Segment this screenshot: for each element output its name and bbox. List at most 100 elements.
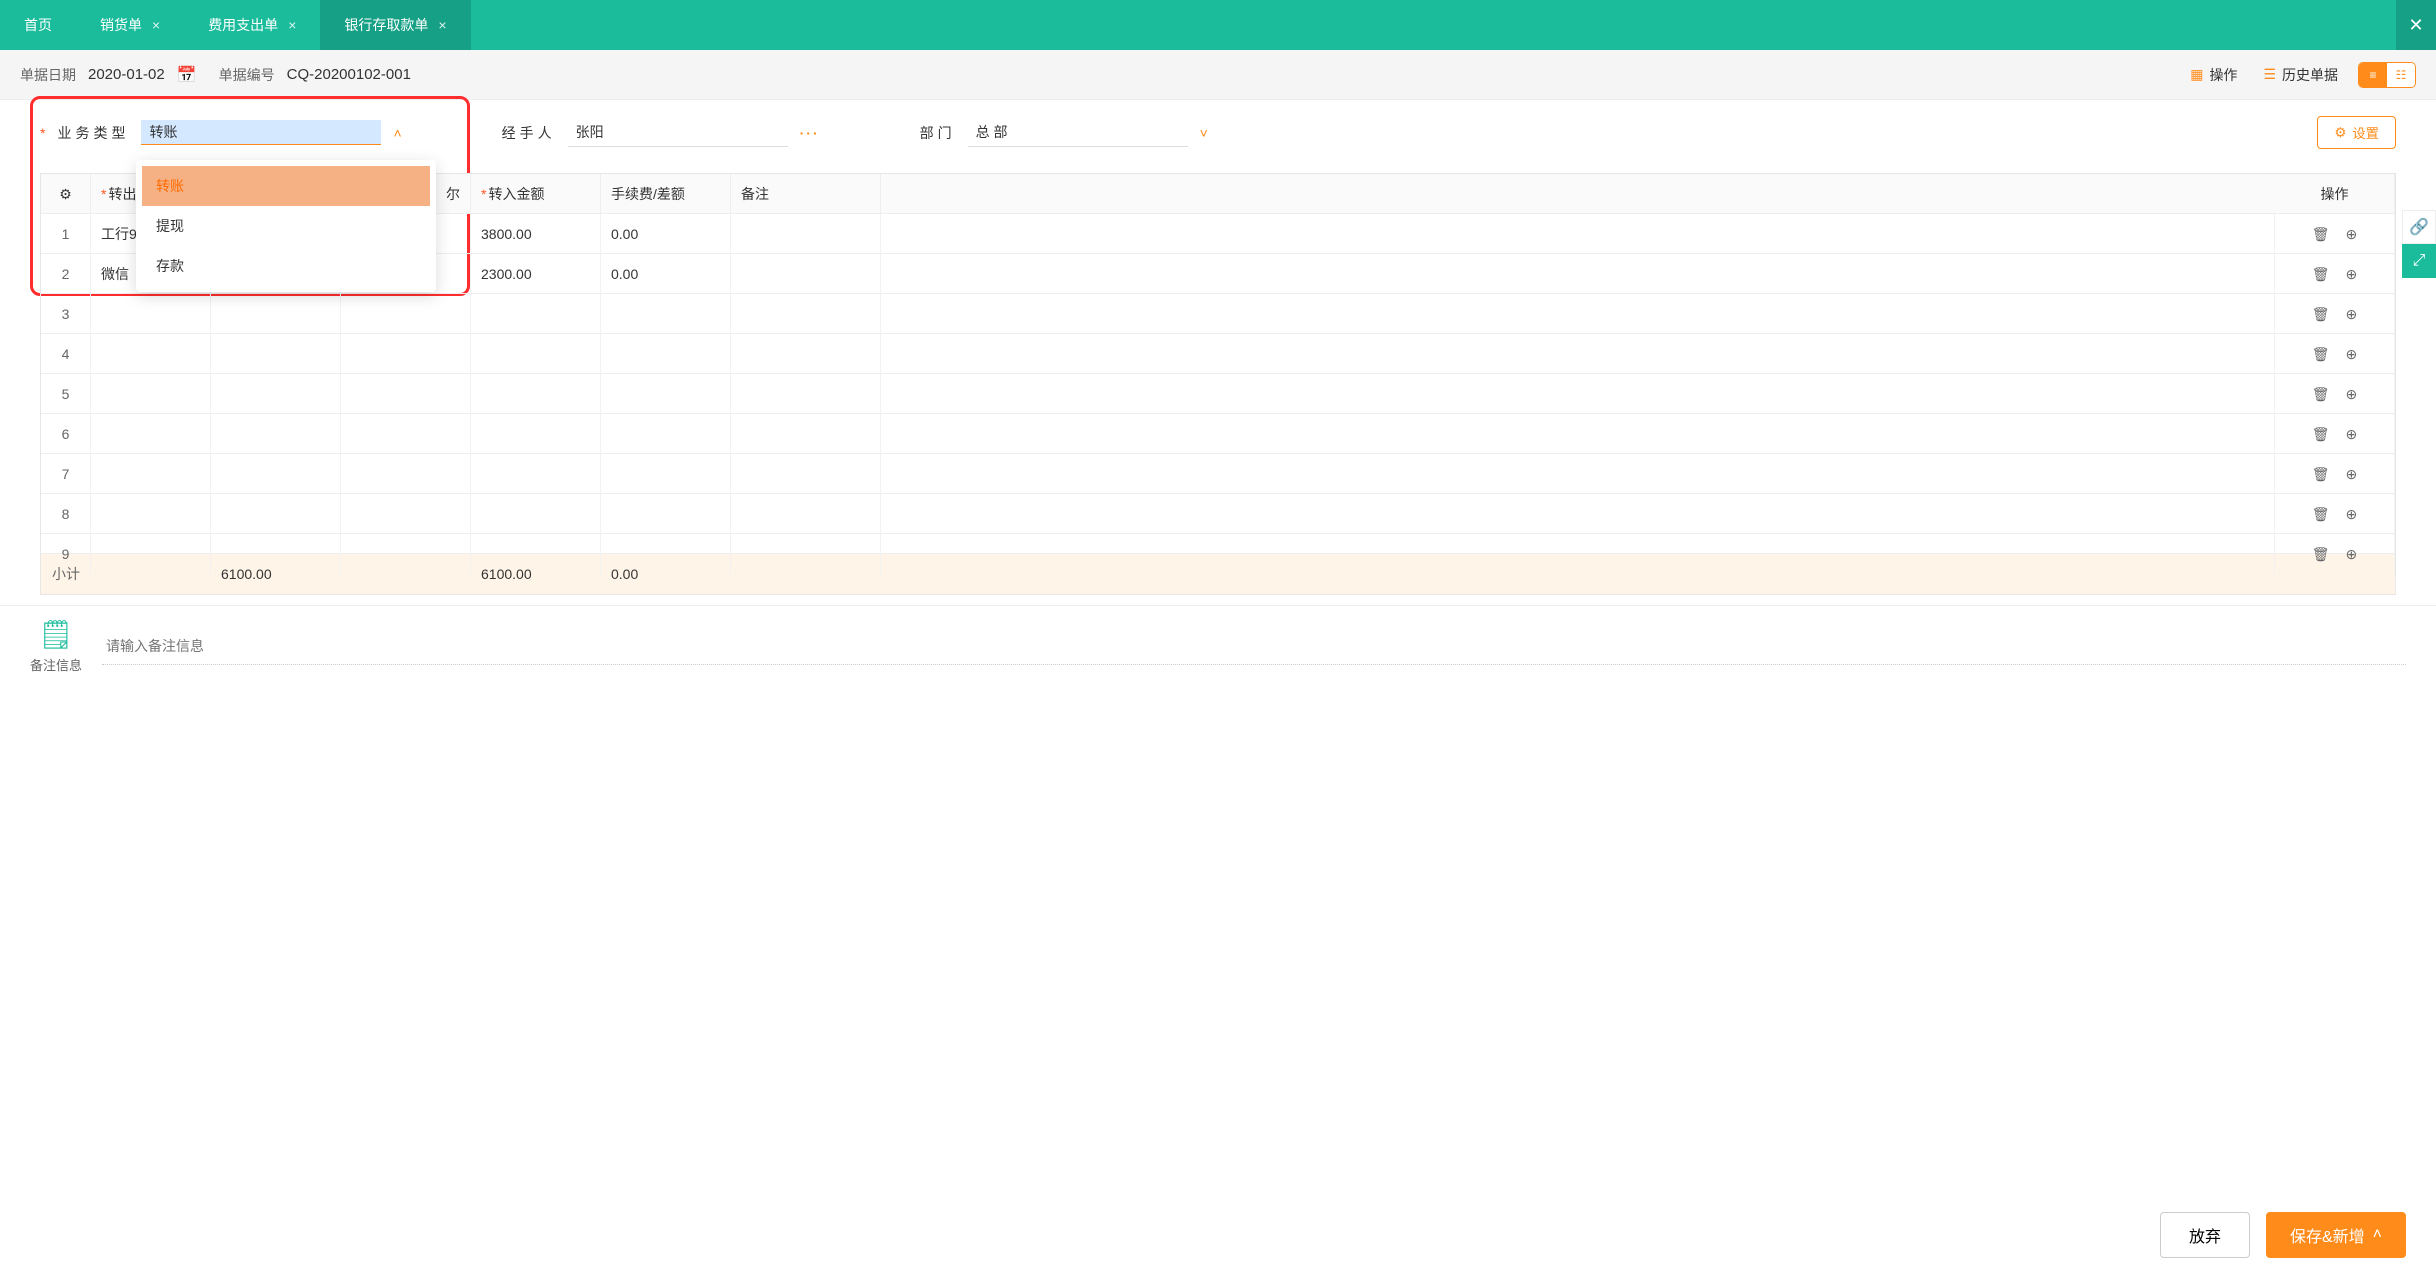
table-row[interactable]: 5🗑⊕ bbox=[41, 374, 2395, 414]
cell-in-acct[interactable] bbox=[341, 294, 471, 334]
delete-icon[interactable]: 🗑 bbox=[2312, 346, 2330, 363]
cell-remark[interactable] bbox=[731, 254, 881, 294]
table-row[interactable]: 8🗑⊕ bbox=[41, 494, 2395, 534]
cell-in-acct[interactable] bbox=[341, 414, 471, 454]
tab-expense[interactable]: 费用支出单 × bbox=[184, 0, 320, 50]
add-icon[interactable]: ⊕ bbox=[2346, 266, 2358, 283]
cell-remark[interactable] bbox=[731, 414, 881, 454]
cell-fee[interactable] bbox=[601, 414, 731, 454]
cell-out-acct[interactable] bbox=[91, 414, 211, 454]
add-icon[interactable]: ⊕ bbox=[2346, 466, 2358, 483]
cell-in-amt[interactable]: 2300.00 bbox=[471, 254, 601, 294]
calendar-icon[interactable]: 📅 bbox=[177, 65, 197, 85]
row-ops: 🗑⊕ bbox=[2275, 334, 2395, 374]
cell-in-acct[interactable] bbox=[341, 494, 471, 534]
add-icon[interactable]: ⊕ bbox=[2346, 386, 2358, 403]
row-index: 4 bbox=[41, 334, 91, 374]
tab-home[interactable]: 首页 bbox=[0, 0, 76, 50]
cell-fee[interactable]: 0.00 bbox=[601, 254, 731, 294]
chevron-down-icon[interactable]: ˅ bbox=[1200, 125, 1208, 141]
link-icon[interactable]: 🔗 bbox=[2402, 210, 2436, 244]
cell-remark[interactable] bbox=[731, 454, 881, 494]
cell-out-amt[interactable] bbox=[211, 454, 341, 494]
add-icon[interactable]: ⊕ bbox=[2346, 506, 2358, 523]
cell-out-acct[interactable] bbox=[91, 334, 211, 374]
cell-fee[interactable]: 0.00 bbox=[601, 214, 731, 254]
cell-out-amt[interactable] bbox=[211, 294, 341, 334]
delete-icon[interactable]: 🗑 bbox=[2312, 506, 2330, 523]
biz-input[interactable] bbox=[141, 120, 381, 145]
delete-icon[interactable]: 🗑 bbox=[2312, 466, 2330, 483]
cell-fee[interactable] bbox=[601, 454, 731, 494]
cell-in-amt[interactable] bbox=[471, 374, 601, 414]
view-toggle-list[interactable]: ≡ bbox=[2359, 63, 2387, 87]
delete-icon[interactable]: 🗑 bbox=[2312, 386, 2330, 403]
settings-button[interactable]: ⚙ 设置 bbox=[2317, 116, 2396, 149]
docno-label: 单据编号 bbox=[219, 65, 275, 85]
cell-fee[interactable] bbox=[601, 494, 731, 534]
ellipsis-icon[interactable]: ··· bbox=[800, 125, 820, 141]
cell-out-acct[interactable] bbox=[91, 374, 211, 414]
remarks-input[interactable] bbox=[102, 628, 2406, 665]
table-row[interactable]: 3🗑⊕ bbox=[41, 294, 2395, 334]
cell-in-amt[interactable] bbox=[471, 294, 601, 334]
cell-out-amt[interactable] bbox=[211, 494, 341, 534]
table-row[interactable]: 9🗑⊕ bbox=[41, 534, 2395, 554]
action-menu[interactable]: ▦ 操作 bbox=[2190, 65, 2237, 85]
discard-button[interactable]: 放弃 bbox=[2160, 1212, 2250, 1258]
cell-remark[interactable] bbox=[731, 374, 881, 414]
add-icon[interactable]: ⊕ bbox=[2346, 306, 2358, 323]
cell-in-acct[interactable] bbox=[341, 454, 471, 494]
cell-out-amt[interactable] bbox=[211, 334, 341, 374]
cell-in-acct[interactable] bbox=[341, 374, 471, 414]
close-icon[interactable]: × bbox=[438, 17, 446, 33]
add-icon[interactable]: ⊕ bbox=[2346, 226, 2358, 243]
cell-fee[interactable] bbox=[601, 334, 731, 374]
biz-option-withdraw[interactable]: 提现 bbox=[142, 206, 430, 246]
save-add-button[interactable]: 保存&新增 ˄ bbox=[2266, 1212, 2406, 1258]
cell-out-acct[interactable] bbox=[91, 294, 211, 334]
view-toggle-card[interactable]: ☷ bbox=[2387, 63, 2415, 87]
delete-icon[interactable]: 🗑 bbox=[2312, 306, 2330, 323]
remarks-icon-block: 🗒 备注信息 bbox=[30, 618, 82, 674]
cell-out-amt[interactable] bbox=[211, 414, 341, 454]
delete-icon[interactable]: 🗑 bbox=[2312, 226, 2330, 243]
dept-value[interactable]: 总 部 bbox=[968, 118, 1188, 147]
cell-out-acct[interactable] bbox=[91, 454, 211, 494]
cell-remark[interactable] bbox=[731, 294, 881, 334]
chevron-up-icon[interactable]: ˄ bbox=[393, 125, 401, 141]
cell-in-amt[interactable] bbox=[471, 494, 601, 534]
cell-in-amt[interactable] bbox=[471, 334, 601, 374]
expand-icon[interactable]: ⤢ bbox=[2402, 244, 2436, 278]
delete-icon[interactable]: 🗑 bbox=[2312, 426, 2330, 443]
cell-fee[interactable] bbox=[601, 374, 731, 414]
biz-option-transfer[interactable]: 转账 bbox=[142, 166, 430, 206]
close-icon[interactable]: × bbox=[288, 17, 296, 33]
delete-icon[interactable]: 🗑 bbox=[2312, 266, 2330, 283]
table-row[interactable]: 6🗑⊕ bbox=[41, 414, 2395, 454]
date-value[interactable]: 2020-01-02 bbox=[88, 66, 165, 83]
cell-out-amt[interactable] bbox=[211, 374, 341, 414]
cell-in-amt[interactable] bbox=[471, 414, 601, 454]
tab-sales[interactable]: 销货单 × bbox=[76, 0, 184, 50]
cell-remark[interactable] bbox=[731, 334, 881, 374]
cell-out-acct[interactable] bbox=[91, 494, 211, 534]
close-icon[interactable]: × bbox=[152, 17, 160, 33]
tabs-close-all[interactable]: ✕ bbox=[2396, 0, 2436, 50]
handler-value[interactable]: 张阳 bbox=[568, 118, 788, 147]
cell-in-acct[interactable] bbox=[341, 334, 471, 374]
cell-fee[interactable] bbox=[601, 294, 731, 334]
cell-remark[interactable] bbox=[731, 214, 881, 254]
cell-in-amt[interactable] bbox=[471, 454, 601, 494]
cell-remark[interactable] bbox=[731, 494, 881, 534]
history-menu[interactable]: ☰ 历史单据 bbox=[2263, 65, 2338, 85]
table-row[interactable]: 4🗑⊕ bbox=[41, 334, 2395, 374]
tab-bank[interactable]: 银行存取款单 × bbox=[320, 0, 470, 50]
grid-icon: ▦ bbox=[2190, 66, 2203, 83]
biz-option-deposit[interactable]: 存款 bbox=[142, 246, 430, 286]
cell-in-amt[interactable]: 3800.00 bbox=[471, 214, 601, 254]
add-icon[interactable]: ⊕ bbox=[2346, 346, 2358, 363]
gear-column[interactable]: ⚙ bbox=[41, 174, 91, 214]
add-icon[interactable]: ⊕ bbox=[2346, 426, 2358, 443]
table-row[interactable]: 7🗑⊕ bbox=[41, 454, 2395, 494]
